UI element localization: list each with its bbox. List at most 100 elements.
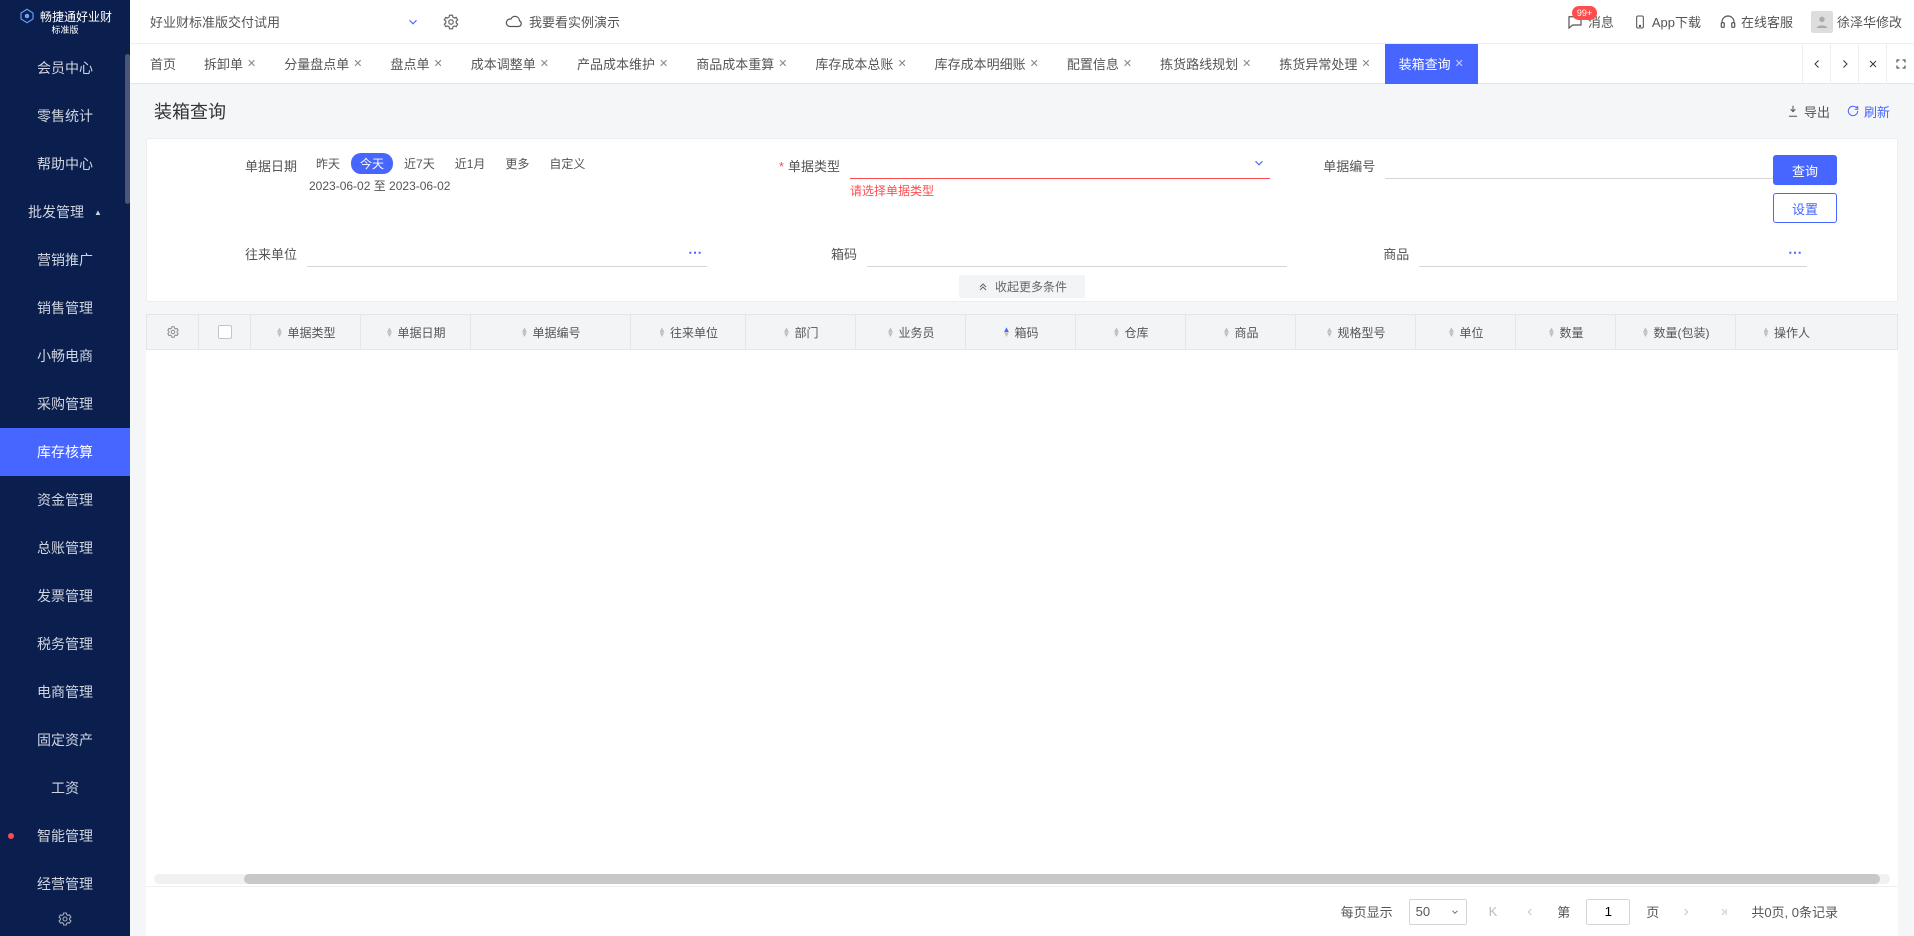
th-9[interactable]: ▲▼规格型号	[1296, 315, 1416, 349]
tab-9[interactable]: 配置信息✕	[1053, 44, 1146, 84]
sidebar-item-10[interactable]: 总账管理	[0, 524, 130, 572]
close-icon[interactable]: ✕	[659, 57, 668, 70]
collapse-bar[interactable]: 收起更多条件	[147, 271, 1897, 301]
page-last[interactable]	[1713, 907, 1735, 917]
close-icon[interactable]: ✕	[434, 57, 443, 70]
user-menu[interactable]: 徐泽华修改	[1811, 11, 1902, 33]
page-prev[interactable]	[1519, 907, 1541, 917]
th-8[interactable]: ▲▼商品	[1186, 315, 1296, 349]
th-0[interactable]: ▲▼单据类型	[251, 315, 361, 349]
tab-10[interactable]: 拣货路线规划✕	[1146, 44, 1265, 84]
tabs-fullscreen[interactable]	[1886, 44, 1914, 84]
tab-4[interactable]: 成本调整单✕	[457, 44, 563, 84]
close-icon[interactable]: ✕	[353, 57, 362, 70]
sidebar-item-label: 税务管理	[37, 634, 93, 654]
sidebar-item-12[interactable]: 税务管理	[0, 620, 130, 668]
th-7[interactable]: ▲▼仓库	[1076, 315, 1186, 349]
sidebar-item-16[interactable]: 智能管理	[0, 812, 130, 860]
sidebar-item-6[interactable]: 小畅电商	[0, 332, 130, 380]
sidebar-item-7[interactable]: 采购管理	[0, 380, 130, 428]
tab-3[interactable]: 盘点单✕	[376, 44, 456, 84]
date-chip-0[interactable]: 昨天	[307, 153, 349, 174]
th-2[interactable]: ▲▼单据编号	[471, 315, 631, 349]
close-icon[interactable]: ✕	[897, 57, 906, 70]
close-icon[interactable]: ✕	[247, 57, 256, 70]
sidebar-item-9[interactable]: 资金管理	[0, 476, 130, 524]
tab-6[interactable]: 商品成本重算✕	[682, 44, 801, 84]
more-icon[interactable]: ⋯	[1788, 244, 1803, 261]
filter-boxcode-input[interactable]	[867, 241, 1287, 267]
sidebar-item-3[interactable]: 批发管理	[0, 188, 130, 236]
export-button[interactable]: 导出	[1786, 102, 1830, 121]
settings-gear[interactable]	[442, 13, 460, 31]
query-button[interactable]: 查询	[1773, 155, 1837, 185]
select-all[interactable]	[199, 315, 251, 349]
sidebar-item-17[interactable]: 经营管理	[0, 860, 130, 908]
close-icon[interactable]: ✕	[1361, 57, 1370, 70]
sort-icon: ▲▼	[887, 327, 895, 337]
tab-8[interactable]: 库存成本明细账✕	[921, 44, 1053, 84]
tab-2[interactable]: 分量盘点单✕	[270, 44, 376, 84]
th-3[interactable]: ▲▼往来单位	[631, 315, 746, 349]
tab-12[interactable]: 装箱查询✕	[1385, 44, 1478, 84]
close-icon[interactable]: ✕	[1455, 57, 1464, 70]
page-input[interactable]	[1586, 899, 1630, 925]
app-download[interactable]: App下载	[1632, 12, 1701, 31]
setting-button[interactable]: 设置	[1773, 193, 1837, 223]
th-4[interactable]: ▲▼部门	[746, 315, 856, 349]
sidebar-item-4[interactable]: 营销推广	[0, 236, 130, 284]
sidebar-item-2[interactable]: 帮助中心	[0, 140, 130, 188]
close-icon[interactable]: ✕	[1242, 57, 1251, 70]
th-11[interactable]: ▲▼数量	[1516, 315, 1616, 349]
refresh-button[interactable]: 刷新	[1846, 102, 1890, 121]
tab-0[interactable]: 首页	[136, 44, 190, 84]
filter-docno-input[interactable]	[1385, 153, 1773, 179]
page-size-select[interactable]: 50	[1409, 899, 1467, 925]
sidebar-item-11[interactable]: 发票管理	[0, 572, 130, 620]
sidebar-item-1[interactable]: 零售统计	[0, 92, 130, 140]
sidebar-item-13[interactable]: 电商管理	[0, 668, 130, 716]
date-chip-1[interactable]: 今天	[351, 153, 393, 174]
sidebar-item-5[interactable]: 销售管理	[0, 284, 130, 332]
more-icon[interactable]: ⋯	[688, 244, 703, 261]
th-12[interactable]: ▲▼数量(包装)	[1616, 315, 1736, 349]
table-config[interactable]	[147, 315, 199, 349]
sidebar-settings[interactable]	[0, 902, 130, 936]
hscroll-thumb[interactable]	[244, 874, 1880, 884]
page-next[interactable]	[1675, 907, 1697, 917]
close-icon[interactable]: ✕	[778, 57, 787, 70]
messages-button[interactable]: 99+ 消息	[1566, 12, 1614, 31]
tab-5[interactable]: 产品成本维护✕	[563, 44, 682, 84]
filter-type-input[interactable]	[850, 153, 1270, 179]
page-prefix: 第	[1557, 902, 1570, 921]
sidebar-item-15[interactable]: 工资	[0, 764, 130, 812]
tabs-next[interactable]	[1830, 44, 1858, 84]
date-chip-2[interactable]: 近7天	[395, 153, 444, 174]
sidebar-item-14[interactable]: 固定资产	[0, 716, 130, 764]
th-1[interactable]: ▲▼单据日期	[361, 315, 471, 349]
sidebar-item-0[interactable]: 会员中心	[0, 44, 130, 92]
close-icon[interactable]: ✕	[540, 57, 549, 70]
page-first[interactable]: K	[1483, 904, 1504, 919]
module-selector[interactable]: 好业财标准版交付试用	[150, 12, 420, 31]
close-icon[interactable]: ✕	[1030, 57, 1039, 70]
date-chip-3[interactable]: 近1月	[446, 153, 495, 174]
tabs-prev[interactable]	[1802, 44, 1830, 84]
tab-7[interactable]: 库存成本总账✕	[801, 44, 920, 84]
hscroll[interactable]	[146, 872, 1898, 886]
th-6[interactable]: ▲▼箱码	[966, 315, 1076, 349]
th-10[interactable]: ▲▼单位	[1416, 315, 1516, 349]
demo-link[interactable]: 我要看实例演示	[505, 12, 620, 31]
close-icon[interactable]: ✕	[1123, 57, 1132, 70]
th-13[interactable]: ▲▼操作人	[1736, 315, 1836, 349]
filter-partner-input[interactable]	[307, 241, 707, 267]
tab-1[interactable]: 拆卸单✕	[190, 44, 270, 84]
online-service[interactable]: 在线客服	[1719, 12, 1793, 31]
tab-11[interactable]: 拣货异常处理✕	[1265, 44, 1384, 84]
sidebar-item-8[interactable]: 库存核算	[0, 428, 130, 476]
th-5[interactable]: ▲▼业务员	[856, 315, 966, 349]
filter-product-input[interactable]	[1419, 241, 1807, 267]
tabs-close-all[interactable]	[1858, 44, 1886, 84]
date-chip-5[interactable]: 自定义	[540, 153, 594, 174]
date-chip-4[interactable]: 更多	[496, 153, 538, 174]
